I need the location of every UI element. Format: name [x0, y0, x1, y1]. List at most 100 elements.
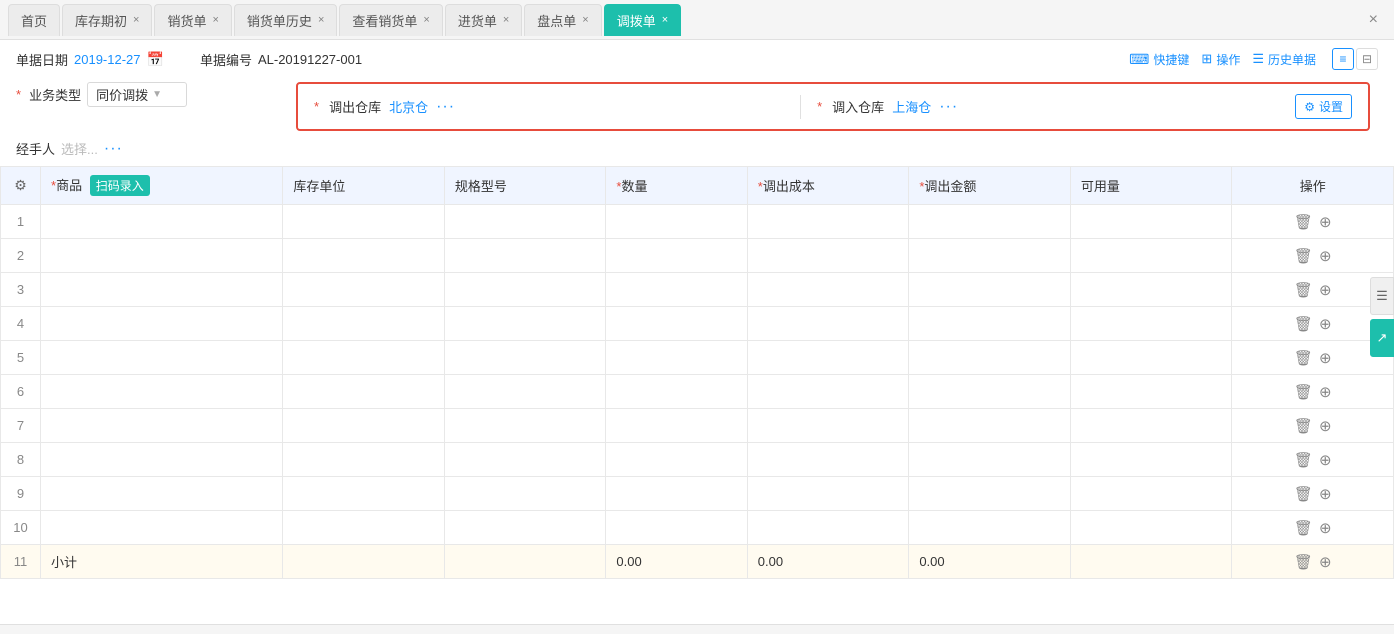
- side-list-btn[interactable]: ☰: [1370, 277, 1394, 315]
- copy-icon[interactable]: ⊕: [1319, 519, 1332, 537]
- cell-cost[interactable]: [747, 511, 909, 545]
- delete-icon[interactable]: 🗑: [1294, 519, 1313, 537]
- scan-entry-btn[interactable]: 扫码录入: [90, 175, 150, 196]
- tab-transfer[interactable]: 调拨单 ×: [604, 4, 681, 36]
- cell-avail[interactable]: [1070, 511, 1232, 545]
- cell-product[interactable]: [41, 511, 283, 545]
- cell-cost[interactable]: [747, 409, 909, 443]
- cell-amount[interactable]: [909, 409, 1071, 443]
- delete-icon[interactable]: 🗑: [1294, 417, 1313, 435]
- delete-icon[interactable]: 🗑: [1294, 451, 1313, 469]
- setting-btn[interactable]: ⚙ 设置: [1295, 94, 1352, 119]
- shortcut-btn[interactable]: ⌨ 快捷键: [1129, 51, 1189, 68]
- in-warehouse-dots[interactable]: ···: [939, 98, 958, 116]
- cell-cost[interactable]: [747, 307, 909, 341]
- cell-cost[interactable]: [747, 375, 909, 409]
- gear-icon[interactable]: ⚙: [14, 177, 27, 193]
- date-picker-icon[interactable]: 📅: [147, 51, 164, 68]
- layout-btn-1[interactable]: ≡: [1332, 48, 1354, 70]
- cell-unit[interactable]: [283, 375, 445, 409]
- cell-avail[interactable]: [1070, 205, 1232, 239]
- tab-sales-history[interactable]: 销货单历史 ×: [234, 4, 337, 36]
- cell-avail[interactable]: [1070, 273, 1232, 307]
- history-btn[interactable]: ☰ 历史单据: [1252, 51, 1316, 68]
- cell-avail[interactable]: [1070, 239, 1232, 273]
- cell-unit[interactable]: [283, 239, 445, 273]
- cell-avail[interactable]: [1070, 443, 1232, 477]
- copy-icon[interactable]: ⊕: [1319, 247, 1332, 265]
- tab-purchase[interactable]: 进货单 ×: [445, 4, 522, 36]
- cell-cost[interactable]: [747, 239, 909, 273]
- cell-qty[interactable]: [606, 477, 747, 511]
- layout-btn-2[interactable]: ⊟: [1356, 48, 1378, 70]
- copy-icon[interactable]: ⊕: [1319, 485, 1332, 503]
- cell-spec[interactable]: [444, 307, 606, 341]
- cell-spec[interactable]: [444, 239, 606, 273]
- cell-unit[interactable]: [283, 409, 445, 443]
- delete-icon[interactable]: 🗑: [1294, 247, 1313, 265]
- cell-product[interactable]: [41, 443, 283, 477]
- cell-cost[interactable]: [747, 477, 909, 511]
- cell-spec[interactable]: [444, 511, 606, 545]
- copy-icon[interactable]: ⊕: [1319, 213, 1332, 231]
- tab-home[interactable]: 首页: [8, 4, 60, 36]
- cell-amount[interactable]: [909, 375, 1071, 409]
- close-icon[interactable]: ×: [318, 14, 324, 26]
- cell-spec[interactable]: [444, 375, 606, 409]
- cell-product[interactable]: [41, 409, 283, 443]
- close-icon[interactable]: ×: [662, 14, 668, 26]
- delete-icon[interactable]: 🗑: [1294, 485, 1313, 503]
- cell-spec[interactable]: [444, 205, 606, 239]
- cell-avail[interactable]: [1070, 477, 1232, 511]
- cell-cost[interactable]: [747, 341, 909, 375]
- cell-unit[interactable]: [283, 205, 445, 239]
- cell-product[interactable]: [41, 307, 283, 341]
- cell-unit[interactable]: [283, 307, 445, 341]
- tab-sales-order[interactable]: 销货单 ×: [154, 4, 231, 36]
- cell-avail[interactable]: [1070, 307, 1232, 341]
- cell-cost[interactable]: [747, 273, 909, 307]
- cell-qty[interactable]: [606, 341, 747, 375]
- handler-dots[interactable]: ···: [104, 140, 123, 158]
- tab-inventory-init[interactable]: 库存期初 ×: [62, 4, 152, 36]
- cell-qty[interactable]: [606, 273, 747, 307]
- cell-avail[interactable]: [1070, 409, 1232, 443]
- cell-spec[interactable]: [444, 443, 606, 477]
- business-type-dropdown[interactable]: 同价调拨 ▼: [87, 82, 187, 107]
- cell-amount[interactable]: [909, 239, 1071, 273]
- cell-product[interactable]: [41, 205, 283, 239]
- cell-amount[interactable]: [909, 477, 1071, 511]
- copy-icon[interactable]: ⊕: [1319, 451, 1332, 469]
- cell-product[interactable]: [41, 273, 283, 307]
- close-icon[interactable]: ×: [582, 14, 588, 26]
- close-icon[interactable]: ×: [423, 14, 429, 26]
- cell-unit[interactable]: [283, 511, 445, 545]
- close-icon[interactable]: ×: [212, 14, 218, 26]
- table-header-gear[interactable]: ⚙: [1, 167, 41, 205]
- cell-qty[interactable]: [606, 443, 747, 477]
- cell-qty[interactable]: [606, 375, 747, 409]
- copy-icon[interactable]: ⊕: [1319, 417, 1332, 435]
- cell-qty[interactable]: [606, 511, 747, 545]
- cell-qty[interactable]: [606, 239, 747, 273]
- cell-spec[interactable]: [444, 341, 606, 375]
- cell-amount[interactable]: [909, 511, 1071, 545]
- cell-product[interactable]: [41, 239, 283, 273]
- cell-product[interactable]: [41, 341, 283, 375]
- side-expand-btn[interactable]: ↗: [1370, 319, 1394, 357]
- tab-stocktake[interactable]: 盘点单 ×: [524, 4, 601, 36]
- delete-icon[interactable]: 🗑: [1294, 315, 1313, 333]
- copy-icon[interactable]: ⊕: [1319, 383, 1332, 401]
- delete-icon[interactable]: 🗑: [1294, 213, 1313, 231]
- copy-icon[interactable]: ⊕: [1319, 349, 1332, 367]
- cell-unit[interactable]: [283, 273, 445, 307]
- cell-amount[interactable]: [909, 307, 1071, 341]
- date-value[interactable]: 2019-12-27: [74, 52, 141, 67]
- delete-icon[interactable]: 🗑: [1294, 553, 1313, 571]
- cell-product[interactable]: [41, 477, 283, 511]
- cell-qty[interactable]: [606, 205, 747, 239]
- delete-icon[interactable]: 🗑: [1294, 281, 1313, 299]
- out-warehouse-dots[interactable]: ···: [436, 98, 455, 116]
- tab-view-sales[interactable]: 查看销货单 ×: [339, 4, 442, 36]
- cell-amount[interactable]: [909, 443, 1071, 477]
